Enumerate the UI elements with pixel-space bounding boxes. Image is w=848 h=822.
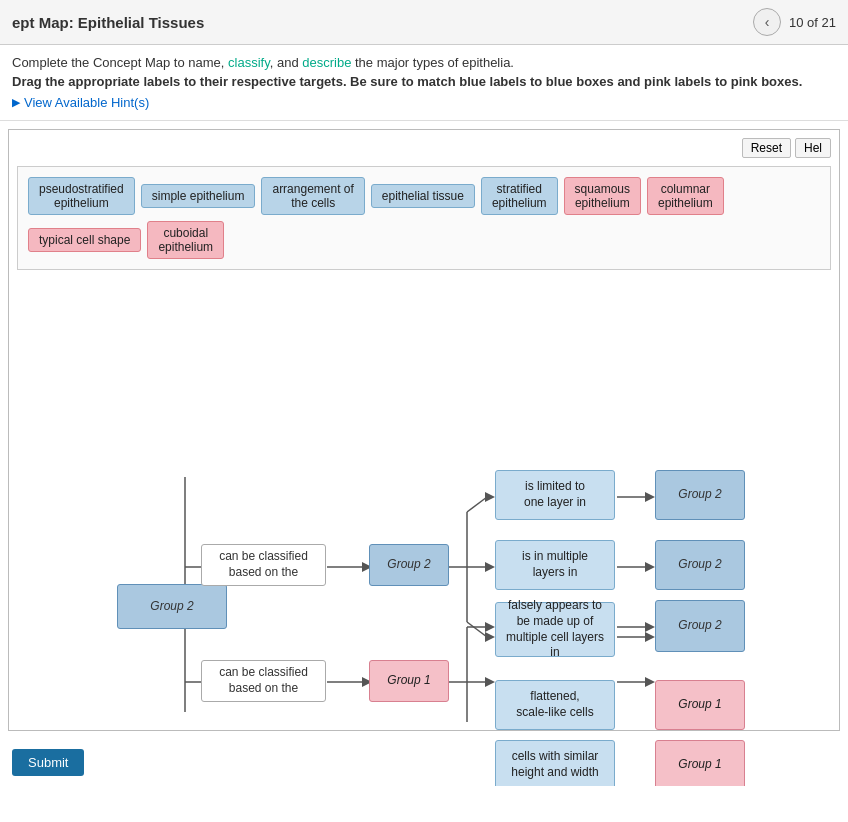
node-top-1-text: is limited toone layer in [495, 470, 615, 520]
hint-text: View Available Hint(s) [24, 95, 149, 110]
node-bot-1-text: flattened,scale-like cells [495, 680, 615, 730]
labels-row: pseudostratifiedepithelium simple epithe… [28, 177, 820, 215]
submit-button[interactable]: Submit [12, 749, 84, 776]
hint-link[interactable]: ▶ View Available Hint(s) [12, 95, 836, 110]
label-columnar[interactable]: columnarepithelium [647, 177, 724, 215]
svg-marker-12 [485, 562, 495, 572]
svg-marker-14 [485, 632, 495, 642]
node-top-2-result[interactable]: Group 2 [655, 540, 745, 590]
node-top-3-text: falsely appears tobe made up ofmultiple … [495, 602, 615, 657]
page-title: ept Map: Epithelial Tissues [12, 14, 204, 31]
main-area: Reset Hel pseudostratifiedepithelium sim… [8, 129, 840, 731]
group1-mid-box[interactable]: Group 1 [369, 660, 449, 702]
label-squamous[interactable]: squamousepithelium [564, 177, 641, 215]
node-bot-2-text: cells with similarheight and width [495, 740, 615, 786]
classify2-box: can be classified based on the [201, 660, 326, 702]
node-top-3-result[interactable]: Group 2 [655, 600, 745, 652]
node-bot-2-result[interactable]: Group 1 [655, 740, 745, 786]
label-arrangement[interactable]: arrangement ofthe cells [261, 177, 364, 215]
label-pseudostratified[interactable]: pseudostratifiedepithelium [28, 177, 135, 215]
svg-marker-32 [645, 677, 655, 687]
hint-arrow-icon: ▶ [12, 96, 20, 109]
node-top-2-text: is in multiplelayers in [495, 540, 615, 590]
labels-row-2: typical cell shape cuboidalepithelium [28, 221, 820, 259]
navigation: ‹ 10 of 21 [753, 8, 836, 36]
label-epithelial[interactable]: epithelial tissue [371, 184, 475, 208]
label-cuboidal[interactable]: cuboidalepithelium [147, 221, 224, 259]
root-box[interactable]: Group 2 [117, 584, 227, 629]
classify1-box: can be classified based on the [201, 544, 326, 586]
prev-button[interactable]: ‹ [753, 8, 781, 36]
node-top-1-result[interactable]: Group 2 [655, 470, 745, 520]
instructions-area: Complete the Concept Map to name, classi… [0, 45, 848, 121]
group2-mid-box[interactable]: Group 2 [369, 544, 449, 586]
help-button[interactable]: Hel [795, 138, 831, 158]
svg-marker-18 [645, 562, 655, 572]
label-simple[interactable]: simple epithelium [141, 184, 256, 208]
svg-line-13 [467, 622, 487, 637]
instruction-line1: Complete the Concept Map to name, classi… [12, 55, 836, 70]
instruction-line2: Drag the appropriate labels to their res… [12, 74, 836, 89]
svg-marker-24 [485, 622, 495, 632]
labels-area: pseudostratifiedepithelium simple epithe… [17, 166, 831, 270]
svg-marker-10 [485, 492, 495, 502]
page-header: ept Map: Epithelial Tissues ‹ 10 of 21 [0, 0, 848, 45]
svg-marker-16 [645, 492, 655, 502]
node-bot-1-result[interactable]: Group 1 [655, 680, 745, 730]
svg-line-9 [467, 497, 487, 512]
svg-marker-26 [485, 677, 495, 687]
toolbar: Reset Hel [17, 138, 831, 158]
page-count: 10 of 21 [789, 15, 836, 30]
svg-marker-20 [645, 632, 655, 642]
label-typical[interactable]: typical cell shape [28, 228, 141, 252]
concept-map: Group 2 can be classified based on the c… [17, 282, 831, 722]
reset-button[interactable]: Reset [742, 138, 791, 158]
svg-marker-30 [645, 622, 655, 632]
label-stratified[interactable]: stratifiedepithelium [481, 177, 558, 215]
